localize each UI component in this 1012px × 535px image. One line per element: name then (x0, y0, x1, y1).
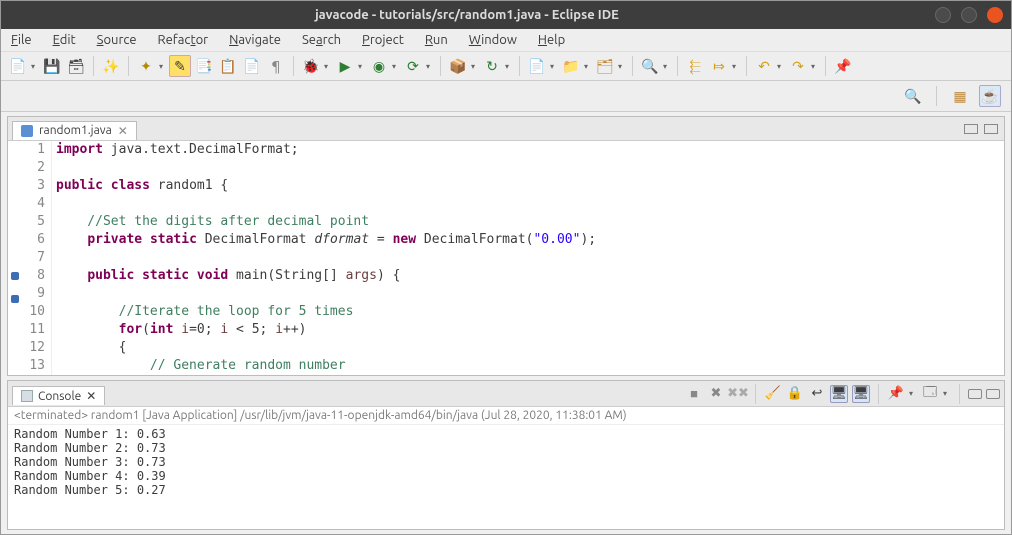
menu-window[interactable]: Window (469, 33, 517, 47)
run-icon[interactable]: ▶ (334, 55, 356, 77)
main-toolbar: 📄▾ 💾 🗃 ✨ ✦▾ ✎ 📑 📋 📄 ¶ 🐞▾ ▶▾ ◉▾ ⟳▾ 📦▾ ↻▾ … (1, 52, 1011, 81)
menu-edit[interactable]: Edit (53, 33, 76, 47)
code-editor[interactable]: 12345678910111213 import java.text.Decim… (8, 141, 1004, 375)
save-all-icon[interactable]: 🗃 (65, 55, 87, 77)
remove-all-icon[interactable]: ✖✖ (729, 385, 747, 403)
override-marker-icon[interactable] (8, 272, 22, 290)
terminate-icon[interactable]: ■ (685, 385, 703, 403)
pin-icon[interactable]: 📌 (832, 55, 854, 77)
display-selected-icon[interactable]: 🗔 (921, 385, 939, 403)
minimize-button[interactable] (935, 7, 951, 23)
wand-icon[interactable]: ✨ (100, 55, 122, 77)
pilcrow-icon[interactable]: ¶ (265, 55, 287, 77)
menu-run[interactable]: Run (425, 33, 448, 47)
menu-help[interactable]: Help (538, 33, 565, 47)
close-tab-icon[interactable]: ✕ (86, 389, 96, 403)
titlebar: javacode - tutorials/src/random1.java - … (1, 1, 1011, 29)
close-tab-icon[interactable]: ✕ (118, 124, 128, 138)
marker-column (8, 141, 22, 375)
dropdown-icon[interactable]: ▾ (909, 389, 917, 398)
minimize-view-icon[interactable] (968, 389, 982, 399)
close-button[interactable] (987, 7, 1003, 23)
maximize-view-icon[interactable] (984, 124, 998, 134)
next-annotation-icon[interactable]: ⤇ (708, 55, 730, 77)
new-icon[interactable]: 📄 (7, 55, 29, 77)
console-toolbar: ■ ✖ ✖✖ 🧹 🔒 ↩ 🖥 🖥 📌 ▾ 🗔 ▾ (685, 384, 1000, 404)
prev-annotation-icon[interactable]: ⬱ (684, 55, 706, 77)
word-wrap-icon[interactable]: ↩ (808, 385, 826, 403)
console-icon (21, 390, 33, 402)
override-marker-icon[interactable] (8, 295, 22, 313)
menu-refactor[interactable]: Refactor (158, 33, 209, 47)
minimize-view-icon[interactable] (964, 124, 978, 134)
coverage-icon[interactable]: ◉ (368, 55, 390, 77)
dropdown-icon[interactable]: ▾ (426, 62, 434, 71)
search-icon[interactable]: 🔍 (639, 55, 661, 77)
dropdown-icon[interactable]: ▾ (159, 62, 167, 71)
java-file-icon (21, 125, 33, 137)
dropdown-icon[interactable]: ▾ (392, 62, 400, 71)
menu-source[interactable]: Source (97, 33, 137, 47)
window-title: javacode - tutorials/src/random1.java - … (9, 8, 925, 22)
editor-tab-label: random1.java (39, 124, 112, 137)
editor-tab[interactable]: random1.java ✕ (12, 121, 137, 140)
refresh-icon[interactable]: ↻ (481, 55, 503, 77)
dropdown-icon[interactable]: ▾ (777, 62, 785, 71)
clear-console-icon[interactable]: 🧹 (764, 385, 782, 403)
scroll-lock-icon[interactable]: 🔒 (786, 385, 804, 403)
dropdown-icon[interactable]: ▾ (811, 62, 819, 71)
dropdown-icon[interactable]: ▾ (618, 62, 626, 71)
remove-launch-icon[interactable]: ✖ (707, 385, 725, 403)
dropdown-icon[interactable]: ▾ (31, 62, 39, 71)
console-output[interactable]: Random Number 1: 0.63 Random Number 2: 0… (8, 425, 1004, 529)
quick-search-icon[interactable]: 🔍 (902, 85, 924, 107)
package-icon[interactable]: 📦 (447, 55, 469, 77)
show-console-icon[interactable]: 🖥 (830, 385, 848, 403)
dropdown-icon[interactable]: ▾ (943, 389, 951, 398)
console-tabbar: Console ✕ ■ ✖ ✖✖ 🧹 🔒 ↩ 🖥 🖥 📌 ▾ 🗔 ▾ (8, 381, 1004, 407)
debug-config-icon[interactable]: ✦ (135, 55, 157, 77)
java-perspective-icon[interactable]: ☕ (979, 85, 1001, 107)
code-text[interactable]: import java.text.DecimalFormat; public c… (52, 141, 596, 375)
console-tab[interactable]: Console ✕ (12, 386, 105, 405)
dropdown-icon[interactable]: ▾ (732, 62, 740, 71)
open-type-icon[interactable]: 📑 (193, 55, 215, 77)
menu-navigate[interactable]: Navigate (229, 33, 281, 47)
run-last-icon[interactable]: ⟳ (402, 55, 424, 77)
pin-console-icon[interactable]: 📌 (887, 385, 905, 403)
console-panel: Console ✕ ■ ✖ ✖✖ 🧹 🔒 ↩ 🖥 🖥 📌 ▾ 🗔 ▾ <termin… (7, 380, 1005, 530)
forward-icon[interactable]: ↷ (787, 55, 809, 77)
line-number-gutter: 12345678910111213 (22, 141, 52, 375)
highlight-icon[interactable]: ✎ (169, 55, 191, 77)
maximize-button[interactable] (961, 7, 977, 23)
new-project-icon[interactable]: 🗂 (594, 55, 616, 77)
menu-project[interactable]: Project (362, 33, 404, 47)
new-class-icon[interactable]: 📄 (526, 55, 548, 77)
maximize-view-icon[interactable] (986, 389, 1000, 399)
dropdown-icon[interactable]: ▾ (471, 62, 479, 71)
console-status: <terminated> random1 [Java Application] … (8, 407, 1004, 425)
open-perspective-icon[interactable]: ▦ (949, 85, 971, 107)
dropdown-icon[interactable]: ▾ (663, 62, 671, 71)
show-std-icon[interactable]: 🖥 (852, 385, 870, 403)
console-tab-label: Console (38, 390, 81, 403)
open-task-icon[interactable]: 📋 (217, 55, 239, 77)
bug-icon[interactable]: 🐞 (300, 55, 322, 77)
dropdown-icon[interactable]: ▾ (584, 62, 592, 71)
new-package-icon[interactable]: 📁 (560, 55, 582, 77)
back-icon[interactable]: ↶ (753, 55, 775, 77)
editor-panel: random1.java ✕ 12345678910111213 import … (7, 116, 1005, 376)
dropdown-icon[interactable]: ▾ (358, 62, 366, 71)
dropdown-icon[interactable]: ▾ (324, 62, 332, 71)
save-icon[interactable]: 💾 (41, 55, 63, 77)
dropdown-icon[interactable]: ▾ (550, 62, 558, 71)
menu-file[interactable]: File (11, 33, 32, 47)
menu-search[interactable]: Search (302, 33, 341, 47)
dropdown-icon[interactable]: ▾ (505, 62, 513, 71)
menubar: File Edit Source Refactor Navigate Searc… (1, 29, 1011, 52)
toggle-mark-icon[interactable]: 📄 (241, 55, 263, 77)
editor-tabbar: random1.java ✕ (8, 117, 1004, 141)
quick-access-bar: 🔍 ▦ ☕ (1, 81, 1011, 112)
